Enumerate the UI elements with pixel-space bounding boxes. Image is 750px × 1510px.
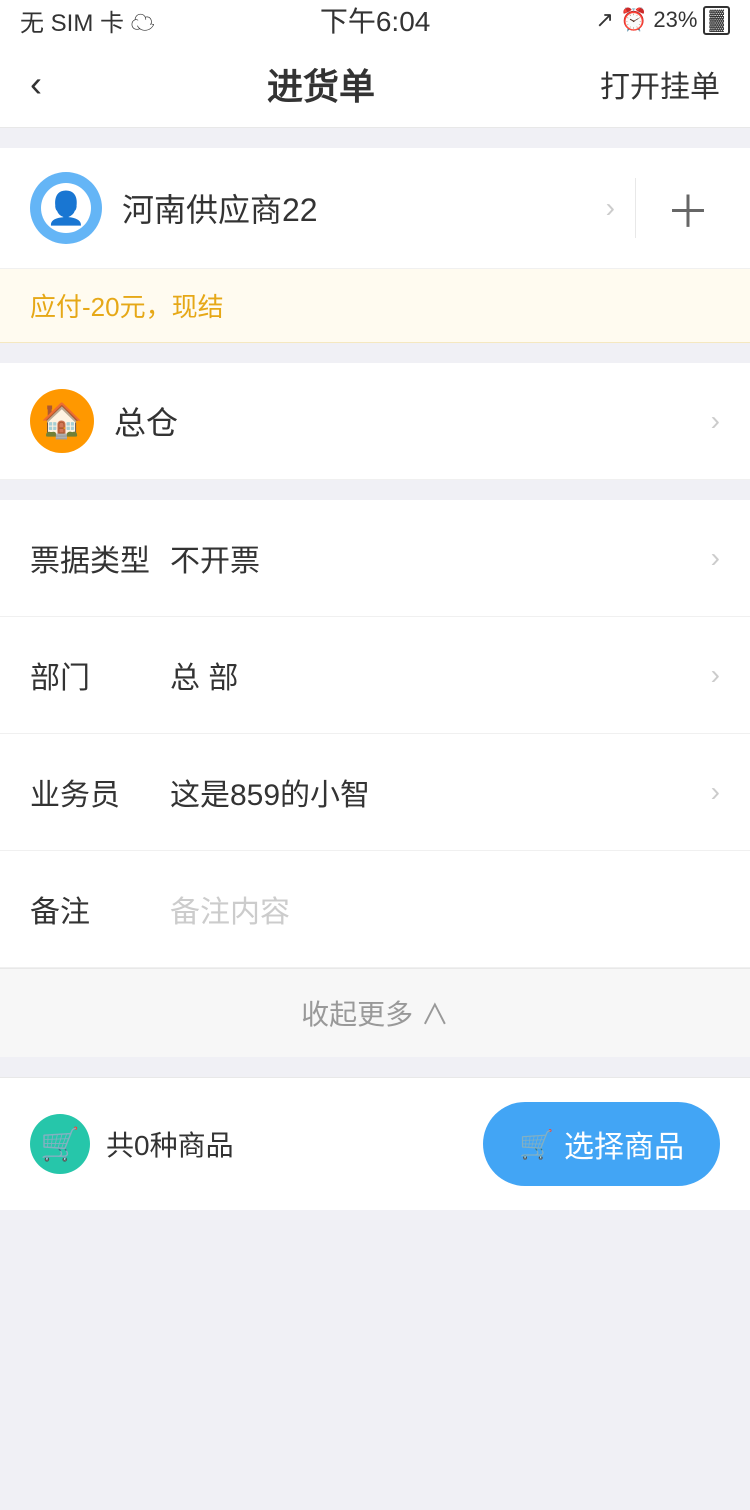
product-count: 共0种商品	[106, 1124, 234, 1164]
location-icon: ↗	[596, 7, 614, 33]
form-section: 票据类型 不开票 › 部门 总 部 › 业务员 这是859的小智 › 备注 备注…	[0, 500, 750, 1057]
battery-status: 23%	[653, 7, 697, 33]
invoice-label: 票据类型	[30, 536, 170, 580]
open-pending-button[interactable]: 打开挂单	[600, 62, 720, 106]
warehouse-icon: 🏠	[30, 389, 94, 453]
dept-label: 部门	[30, 653, 170, 697]
dept-row[interactable]: 部门 总 部 ›	[0, 617, 750, 734]
select-product-button[interactable]: 🛒 选择商品	[483, 1102, 720, 1186]
supplier-avatar: 👤	[30, 172, 102, 244]
back-button[interactable]: ‹	[30, 63, 42, 105]
invoice-chevron-icon: ›	[711, 542, 720, 574]
add-supplier-button[interactable]: ＋	[656, 176, 720, 240]
section-gap-1	[0, 128, 750, 148]
cart-icon: 🛒	[40, 1125, 80, 1163]
section-gap-3	[0, 480, 750, 500]
person-icon: 👤	[46, 189, 86, 227]
section-gap-2	[0, 343, 750, 363]
bottom-bar: 🛒 共0种商品 🛒 选择商品	[0, 1077, 750, 1210]
battery-icon: ▓	[703, 6, 730, 35]
home-icon: 🏠	[41, 401, 83, 441]
supplier-row[interactable]: 👤 河南供应商22 › ＋	[0, 148, 750, 269]
dept-value: 总 部	[170, 653, 711, 697]
remark-row[interactable]: 备注 备注内容	[0, 851, 750, 968]
warehouse-section: 🏠 总仓 ›	[0, 363, 750, 480]
invoice-value: 不开票	[170, 536, 711, 580]
warehouse-row[interactable]: 🏠 总仓 ›	[0, 363, 750, 480]
supplier-divider	[635, 178, 636, 238]
select-product-label: 选择商品	[564, 1122, 684, 1166]
invoice-row[interactable]: 票据类型 不开票 ›	[0, 500, 750, 617]
section-gap-4	[0, 1057, 750, 1077]
alarm-icon: ⏰	[620, 7, 647, 33]
status-time: 下午6:04	[320, 0, 431, 40]
status-right: ↗ ⏰ 23% ▓	[596, 6, 730, 35]
collapse-label: 收起更多 ∧	[301, 993, 449, 1033]
page-title: 进货单	[267, 58, 375, 110]
page-background	[0, 1210, 750, 1510]
salesperson-chevron-icon: ›	[711, 776, 720, 808]
bottom-left: 🛒 共0种商品	[30, 1114, 234, 1174]
warehouse-chevron-icon: ›	[711, 405, 720, 437]
supplier-section: 👤 河南供应商22 › ＋ 应付-20元，现结	[0, 148, 750, 343]
dept-chevron-icon: ›	[711, 659, 720, 691]
supplier-chevron-icon: ›	[606, 192, 615, 224]
select-icon: 🛒	[519, 1128, 554, 1161]
status-left: 无 SIM 卡 ☁	[20, 3, 155, 38]
warehouse-name: 总仓	[114, 398, 711, 444]
salesperson-label: 业务员	[30, 770, 170, 814]
status-bar: 无 SIM 卡 ☁ 下午6:04 ↗ ⏰ 23% ▓	[0, 0, 750, 40]
supplier-notice: 应付-20元，现结	[0, 269, 750, 343]
remark-input[interactable]: 备注内容	[170, 887, 720, 931]
salesperson-value: 这是859的小智	[170, 770, 711, 814]
product-count-icon: 🛒	[30, 1114, 90, 1174]
collapse-row[interactable]: 收起更多 ∧	[0, 968, 750, 1057]
nav-bar: ‹ 进货单 打开挂单	[0, 40, 750, 128]
salesperson-row[interactable]: 业务员 这是859的小智 ›	[0, 734, 750, 851]
remark-label: 备注	[30, 887, 170, 931]
supplier-name: 河南供应商22	[122, 185, 606, 231]
avatar-inner: 👤	[41, 183, 91, 233]
sim-status: 无 SIM 卡 ☁	[20, 3, 155, 38]
